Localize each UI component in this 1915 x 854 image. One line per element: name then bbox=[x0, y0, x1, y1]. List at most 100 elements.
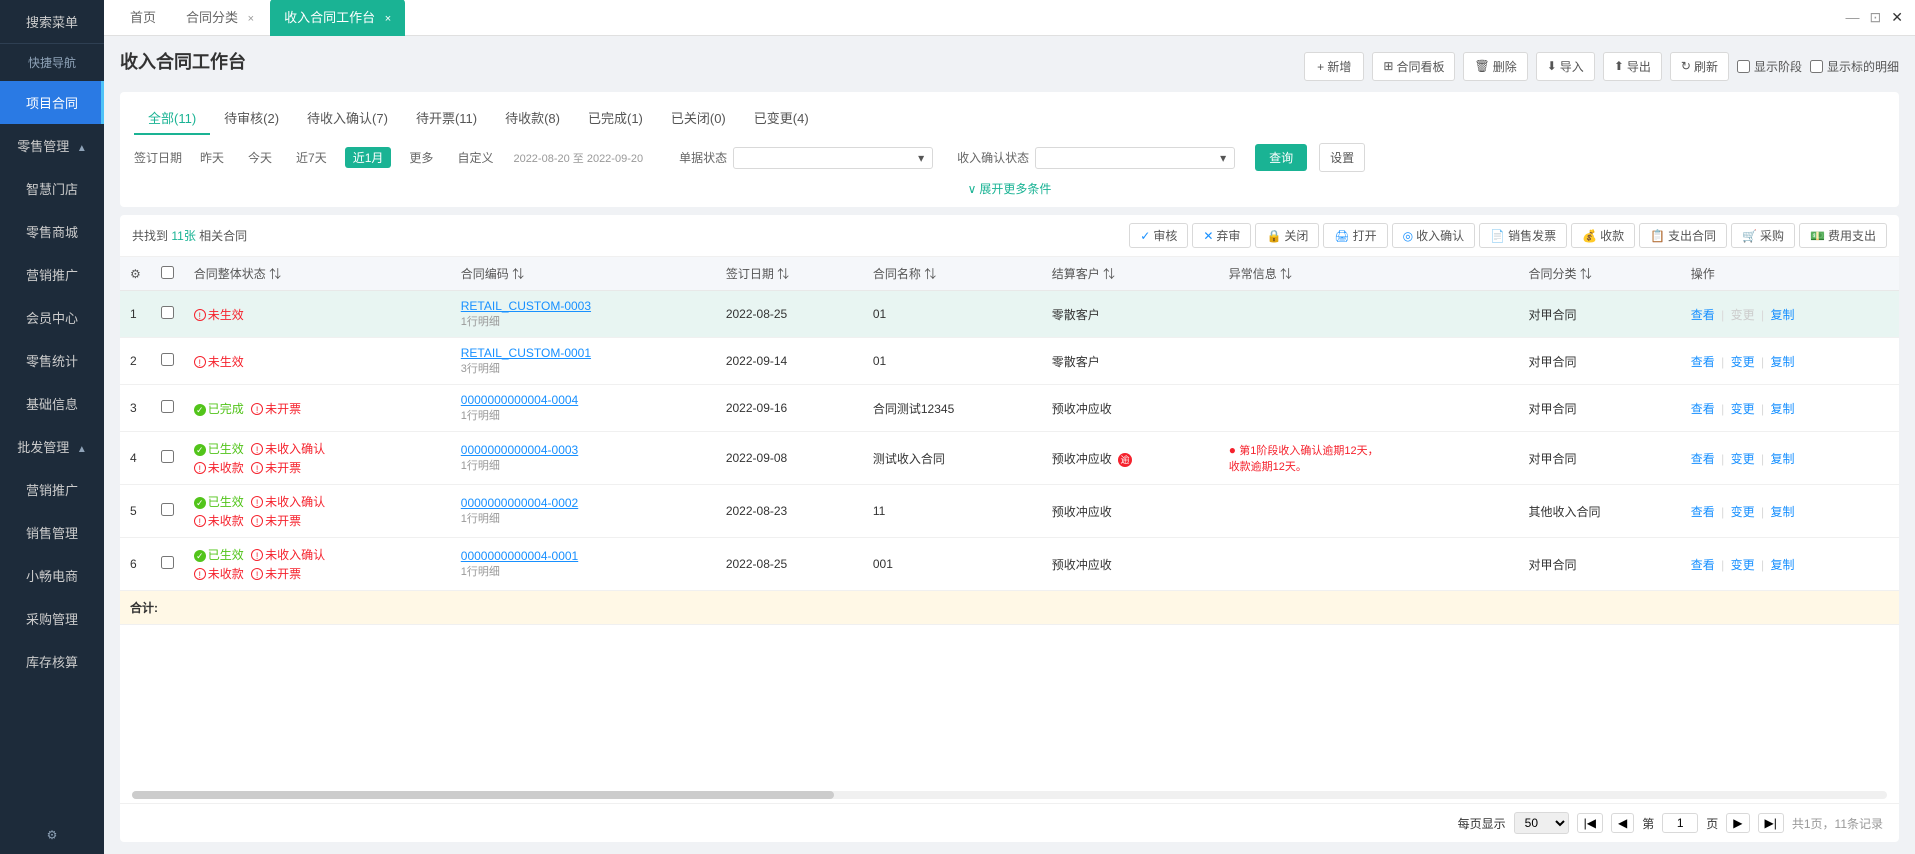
close-icon[interactable]: ✕ bbox=[1891, 9, 1903, 26]
contract-code-link[interactable]: 0000000000004-0002 bbox=[461, 496, 578, 510]
copy-btn[interactable]: 复制 bbox=[1770, 452, 1794, 466]
abandon-button[interactable]: ✕ 弃审 bbox=[1192, 223, 1251, 248]
payment-button[interactable]: 💰 收款 bbox=[1571, 223, 1635, 248]
contract-code-link[interactable]: 0000000000004-0001 bbox=[461, 549, 578, 563]
first-page-btn[interactable]: |◀ bbox=[1577, 813, 1603, 833]
view-btn[interactable]: 查看 bbox=[1691, 452, 1715, 466]
col-name[interactable]: 合同名称 ⇅ bbox=[863, 257, 1042, 291]
last7-btn[interactable]: 近7天 bbox=[290, 147, 333, 168]
row-checkbox[interactable] bbox=[151, 485, 184, 538]
expand-more-btn[interactable]: ∨ 展开更多条件 bbox=[968, 180, 1052, 197]
col-settings[interactable]: ⚙ bbox=[120, 257, 151, 291]
contract-code-link[interactable]: RETAIL_CUSTOM-0003 bbox=[461, 299, 591, 313]
view-btn[interactable]: 查看 bbox=[1691, 308, 1715, 322]
status-tab-pending-review[interactable]: 待审核(2) bbox=[210, 102, 293, 135]
page-input[interactable] bbox=[1662, 813, 1698, 833]
expense-button[interactable]: 💵 费用支出 bbox=[1799, 223, 1887, 248]
copy-btn[interactable]: 复制 bbox=[1770, 505, 1794, 519]
sidebar-item-wholesale-mgmt[interactable]: 批发管理 ▲ bbox=[0, 425, 104, 468]
row-checkbox[interactable] bbox=[151, 338, 184, 385]
status-tab-pending-invoice[interactable]: 待开票(11) bbox=[402, 102, 491, 135]
row-checkbox[interactable] bbox=[151, 538, 184, 591]
export-button[interactable]: ⬆ 导出 bbox=[1603, 52, 1662, 81]
yesterday-btn[interactable]: 昨天 bbox=[194, 147, 230, 168]
row-checkbox[interactable] bbox=[151, 291, 184, 338]
review-button[interactable]: ✓ 审核 bbox=[1129, 223, 1188, 248]
refresh-button[interactable]: ↻ 刷新 bbox=[1670, 52, 1729, 81]
new-button[interactable]: + 新增 bbox=[1304, 52, 1364, 81]
scrollbar-thumb[interactable] bbox=[132, 791, 834, 799]
copy-btn[interactable]: 复制 bbox=[1770, 308, 1794, 322]
col-abnormal[interactable]: 异常信息 ⇅ bbox=[1219, 257, 1519, 291]
status-tab-changed[interactable]: 已变更(4) bbox=[740, 102, 823, 135]
status-tab-closed[interactable]: 已关闭(0) bbox=[657, 102, 740, 135]
doc-status-select[interactable]: ▾ bbox=[733, 147, 933, 169]
show-detail-checkbox-label[interactable]: 显示标的明细 bbox=[1810, 58, 1899, 75]
row-checkbox[interactable] bbox=[151, 432, 184, 485]
minimize-icon[interactable]: — bbox=[1846, 9, 1860, 26]
contract-code-link[interactable]: 0000000000004-0003 bbox=[461, 443, 578, 457]
sidebar-item-smart-store[interactable]: 智慧门店 bbox=[0, 167, 104, 210]
income-status-select[interactable]: ▾ bbox=[1035, 147, 1235, 169]
show-stages-checkbox[interactable] bbox=[1737, 60, 1750, 73]
outbound-button[interactable]: 📋 支出合同 bbox=[1639, 223, 1727, 248]
copy-btn[interactable]: 复制 bbox=[1770, 355, 1794, 369]
invoice-button[interactable]: 📄 销售发票 bbox=[1479, 223, 1567, 248]
sidebar-item-retail-mall[interactable]: 零售商城 bbox=[0, 210, 104, 253]
sidebar-item-retail-stats[interactable]: 零售统计 bbox=[0, 339, 104, 382]
close-button[interactable]: 🔒 关闭 bbox=[1255, 223, 1319, 248]
status-tab-pending-confirm[interactable]: 待收入确认(7) bbox=[293, 102, 402, 135]
sidebar-item-marketing2[interactable]: 营销推广 bbox=[0, 468, 104, 511]
tab-income-workbench[interactable]: 收入合同工作台 × bbox=[270, 0, 405, 36]
tab-home[interactable]: 首页 bbox=[116, 0, 170, 36]
contract-code-link[interactable]: RETAIL_CUSTOM-0001 bbox=[461, 346, 591, 360]
change-btn[interactable]: 变更 bbox=[1731, 355, 1755, 369]
col-code[interactable]: 合同编码 ⇅ bbox=[451, 257, 716, 291]
board-button[interactable]: ⊞ 合同看板 bbox=[1372, 52, 1455, 81]
table-scroll[interactable]: ⚙ 合同整体状态 ⇅ 合同编码 ⇅ 签订日期 ⇅ 合同名称 ⇅ 结算客户 ⇅ 异… bbox=[120, 257, 1899, 791]
show-detail-checkbox[interactable] bbox=[1810, 60, 1823, 73]
contract-code-link[interactable]: 0000000000004-0004 bbox=[461, 393, 578, 407]
col-category[interactable]: 合同分类 ⇅ bbox=[1518, 257, 1680, 291]
show-stages-checkbox-label[interactable]: 显示阶段 bbox=[1737, 58, 1802, 75]
change-btn[interactable]: 变更 bbox=[1731, 452, 1755, 466]
col-customer[interactable]: 结算客户 ⇅ bbox=[1042, 257, 1219, 291]
last-page-btn[interactable]: ▶| bbox=[1758, 813, 1784, 833]
select-all-checkbox[interactable] bbox=[161, 266, 174, 279]
sidebar-item-xiaoyi[interactable]: 小畅电商 bbox=[0, 554, 104, 597]
maximize-icon[interactable]: ⊡ bbox=[1870, 9, 1882, 26]
sidebar-search[interactable]: 搜索菜单 bbox=[0, 0, 104, 44]
sidebar-item-sales-mgmt[interactable]: 销售管理 bbox=[0, 511, 104, 554]
page-size-select[interactable]: 50 20 100 bbox=[1514, 812, 1569, 834]
print-button[interactable]: 🖨 打开 bbox=[1323, 223, 1387, 248]
sidebar-item-inventory[interactable]: 库存核算 bbox=[0, 640, 104, 683]
sidebar-item-member-center[interactable]: 会员中心 bbox=[0, 296, 104, 339]
prev-page-btn[interactable]: ◀ bbox=[1611, 813, 1634, 833]
row-checkbox[interactable] bbox=[151, 385, 184, 432]
horizontal-scrollbar[interactable] bbox=[132, 791, 1887, 799]
custom-btn[interactable]: 自定义 bbox=[451, 147, 499, 168]
sidebar-settings-icon[interactable]: ⚙ bbox=[0, 816, 104, 854]
confirm-button[interactable]: ◎ 收入确认 bbox=[1392, 223, 1476, 248]
change-btn[interactable]: 变更 bbox=[1731, 308, 1755, 322]
col-status[interactable]: 合同整体状态 ⇅ bbox=[184, 257, 451, 291]
sidebar-item-retail-mgmt[interactable]: 零售管理 ▲ bbox=[0, 124, 104, 167]
import-button[interactable]: ⬇ 导入 bbox=[1536, 52, 1595, 81]
sidebar-item-basic-info[interactable]: 基础信息 bbox=[0, 382, 104, 425]
setting-button[interactable]: 设置 bbox=[1319, 143, 1365, 172]
more-btn[interactable]: 更多 bbox=[403, 147, 439, 168]
change-btn[interactable]: 变更 bbox=[1731, 402, 1755, 416]
purchase-button[interactable]: 🛒 采购 bbox=[1731, 223, 1795, 248]
copy-btn[interactable]: 复制 bbox=[1770, 402, 1794, 416]
tab-contract-category-close[interactable]: × bbox=[248, 13, 254, 25]
today-btn[interactable]: 今天 bbox=[242, 147, 278, 168]
tab-income-workbench-close[interactable]: × bbox=[385, 13, 391, 25]
copy-btn[interactable]: 复制 bbox=[1770, 558, 1794, 572]
col-checkbox[interactable] bbox=[151, 257, 184, 291]
change-btn[interactable]: 变更 bbox=[1731, 558, 1755, 572]
last1m-btn[interactable]: 近1月 bbox=[345, 147, 392, 168]
next-page-btn[interactable]: ▶ bbox=[1726, 813, 1749, 833]
view-btn[interactable]: 查看 bbox=[1691, 402, 1715, 416]
col-sign-date[interactable]: 签订日期 ⇅ bbox=[716, 257, 863, 291]
change-btn[interactable]: 变更 bbox=[1731, 505, 1755, 519]
